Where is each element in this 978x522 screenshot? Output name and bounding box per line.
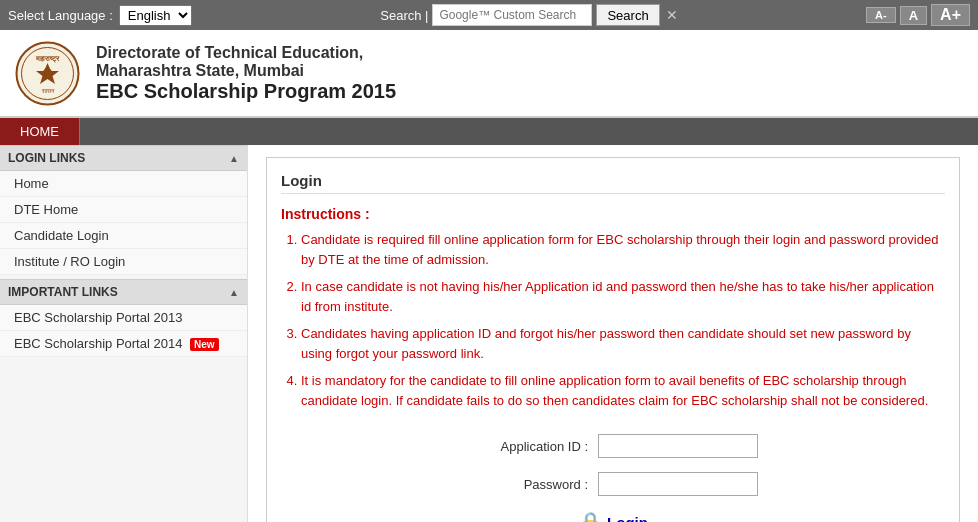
password-input[interactable] — [598, 472, 758, 496]
instruction-1: Candidate is required fill online applic… — [301, 230, 945, 269]
search-close-icon[interactable]: ✕ — [666, 7, 678, 23]
instructions-list: Candidate is required fill online applic… — [281, 230, 945, 410]
sidebar-dte-home[interactable]: DTE Home — [0, 197, 247, 223]
language-select[interactable]: English — [119, 5, 192, 26]
login-button-row: 🔒 Login — [281, 510, 945, 522]
instruction-4: It is mandatory for the candidate to fil… — [301, 371, 945, 410]
content-area: Login Instructions : Candidate is requir… — [248, 145, 978, 522]
password-row: Password : — [281, 472, 945, 496]
portal-2014-label: EBC Scholarship Portal 2014 — [14, 336, 182, 351]
login-form: Application ID : Password : 🔒 Login Forg… — [281, 434, 945, 522]
font-size-section: A- A A+ — [866, 4, 970, 26]
header-text: Directorate of Technical Education, Maha… — [96, 44, 396, 103]
important-links-arrow: ▲ — [229, 287, 239, 298]
main-content: LOGIN LINKS ▲ Home DTE Home Candidate Lo… — [0, 145, 978, 522]
login-button-label: Login — [607, 514, 648, 523]
search-button[interactable]: Search — [596, 4, 659, 26]
lock-icon: 🔒 — [578, 510, 603, 522]
page-title: Login — [281, 172, 945, 194]
search-label: Search | — [380, 8, 428, 23]
select-language-label: Select Language : — [8, 8, 113, 23]
language-section: Select Language : English — [8, 5, 192, 26]
instruction-3: Candidates having application ID and for… — [301, 324, 945, 363]
search-section: Search | Search ✕ — [380, 4, 677, 26]
sidebar-home[interactable]: Home — [0, 171, 247, 197]
font-normal-button[interactable]: A — [900, 6, 927, 25]
sidebar-portal-2014[interactable]: EBC Scholarship Portal 2014 New — [0, 331, 247, 357]
instructions-title: Instructions : — [281, 206, 945, 222]
nav-home[interactable]: HOME — [0, 118, 80, 145]
instruction-2: In case candidate is not having his/her … — [301, 277, 945, 316]
sidebar-candidate-login[interactable]: Candidate Login — [0, 223, 247, 249]
login-links-label: LOGIN LINKS — [8, 151, 85, 165]
header: महाराष्ट्र शासन Directorate of Technical… — [0, 30, 978, 118]
important-links-label: IMPORTANT LINKS — [8, 285, 118, 299]
top-bar: Select Language : English Search | Searc… — [0, 0, 978, 30]
login-links-arrow: ▲ — [229, 153, 239, 164]
navigation: HOME — [0, 118, 978, 145]
login-links-header: LOGIN LINKS ▲ — [0, 145, 247, 171]
new-badge: New — [190, 338, 219, 351]
header-line3: EBC Scholarship Program 2015 — [96, 80, 396, 103]
application-id-label: Application ID : — [468, 439, 598, 454]
header-line1: Directorate of Technical Education, — [96, 44, 396, 62]
logo-emblem: महाराष्ट्र शासन — [15, 41, 80, 106]
application-id-row: Application ID : — [281, 434, 945, 458]
font-small-button[interactable]: A- — [866, 7, 896, 23]
search-input[interactable] — [432, 4, 592, 26]
content-box: Login Instructions : Candidate is requir… — [266, 157, 960, 522]
svg-text:शासन: शासन — [40, 88, 54, 94]
application-id-input[interactable] — [598, 434, 758, 458]
login-button[interactable]: 🔒 Login — [578, 510, 648, 522]
sidebar-institute-login[interactable]: Institute / RO Login — [0, 249, 247, 275]
svg-text:महाराष्ट्र: महाराष्ट्र — [35, 55, 60, 63]
important-links-header: IMPORTANT LINKS ▲ — [0, 279, 247, 305]
password-label: Password : — [468, 477, 598, 492]
font-large-button[interactable]: A+ — [931, 4, 970, 26]
logo: महाराष्ट्र शासन — [12, 38, 82, 108]
sidebar: LOGIN LINKS ▲ Home DTE Home Candidate Lo… — [0, 145, 248, 522]
svg-point-5 — [42, 68, 52, 78]
header-line2: Maharashtra State, Mumbai — [96, 62, 396, 80]
sidebar-portal-2013[interactable]: EBC Scholarship Portal 2013 — [0, 305, 247, 331]
